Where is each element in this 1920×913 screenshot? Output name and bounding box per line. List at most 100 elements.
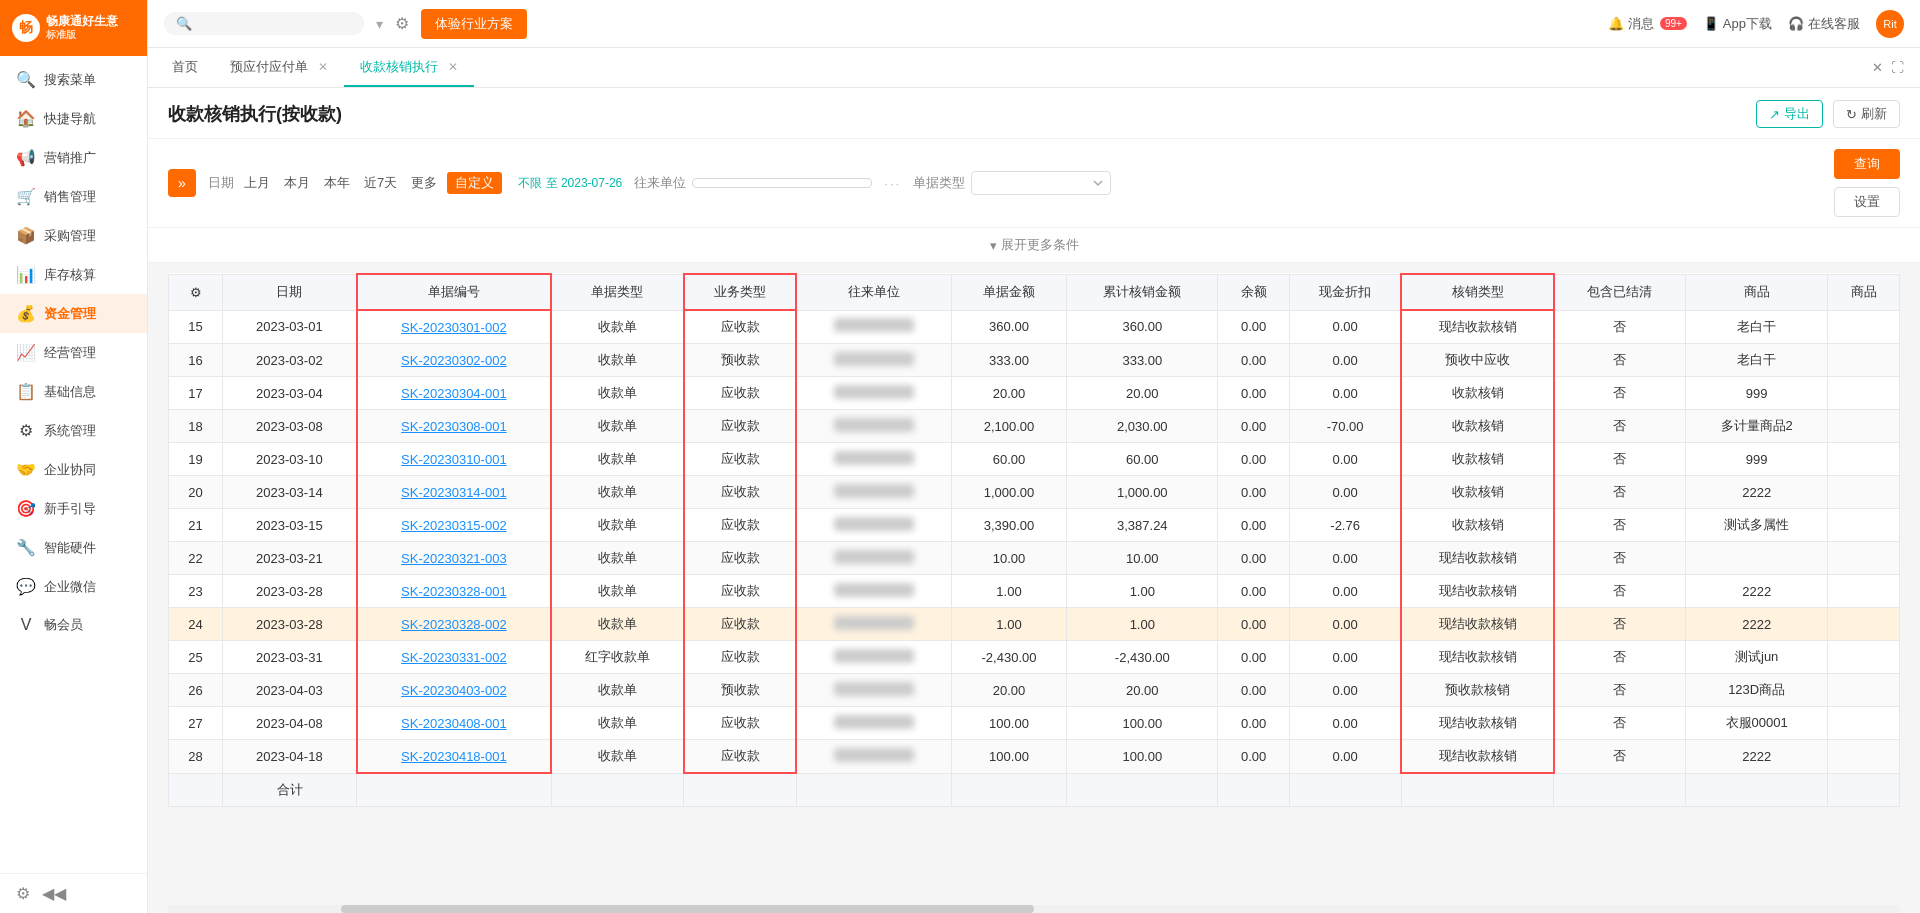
cell-balance: 0.00 [1218, 377, 1290, 410]
settings-gear-icon[interactable]: ⚙ [16, 884, 30, 903]
cell-product: 123D商品 [1686, 674, 1828, 707]
cell-no: 23 [169, 575, 223, 608]
sidebar-item-finance[interactable]: 💰 资金管理 [0, 294, 147, 333]
cell-product: 衣服00001 [1686, 707, 1828, 740]
export-button[interactable]: ↗ 导出 [1756, 100, 1823, 128]
tab-payable-close-icon[interactable]: ✕ [318, 60, 328, 74]
tab-payable[interactable]: 预应付应付单 ✕ [214, 48, 344, 87]
doc-link[interactable]: SK-20230301-002 [401, 320, 507, 335]
th-gear[interactable]: ⚙ [169, 274, 223, 310]
industry-btn[interactable]: 体验行业方案 [421, 9, 527, 39]
sidebar-item-member[interactable]: V 畅会员 [0, 606, 147, 644]
doc-link[interactable]: SK-20230328-002 [401, 617, 507, 632]
expand-tab-icon[interactable]: ⛶ [1891, 60, 1904, 75]
filter-bar: » 日期 上月 本月 本年 近7天 更多 自定义 不限 至 2023-07-26… [148, 139, 1920, 228]
doc-link[interactable]: SK-20230314-001 [401, 485, 507, 500]
cell-doc-no[interactable]: SK-20230403-002 [357, 674, 551, 707]
sidebar-item-search[interactable]: 🔍 搜索菜单 [0, 60, 147, 99]
date-opt-7days[interactable]: 近7天 [360, 172, 401, 194]
doc-link[interactable]: SK-20230310-001 [401, 452, 507, 467]
unit-input[interactable] [692, 178, 872, 188]
doc-link[interactable]: SK-20230304-001 [401, 386, 507, 401]
sidebar-item-quicknav[interactable]: 🏠 快捷导航 [0, 99, 147, 138]
support-item[interactable]: 🎧 在线客服 [1788, 15, 1860, 33]
date-opt-lastmonth[interactable]: 上月 [240, 172, 274, 194]
app-download-item[interactable]: 📱 App下载 [1703, 15, 1772, 33]
hardware-icon: 🔧 [16, 538, 36, 557]
doc-link[interactable]: SK-20230403-002 [401, 683, 507, 698]
doctype-select[interactable] [971, 171, 1111, 195]
cell-no: 24 [169, 608, 223, 641]
sidebar-item-guide[interactable]: 🎯 新手引导 [0, 489, 147, 528]
cell-doc-no[interactable]: SK-20230321-003 [357, 542, 551, 575]
cell-doc-no[interactable]: SK-20230315-002 [357, 509, 551, 542]
cell-doc-no[interactable]: SK-20230408-001 [357, 707, 551, 740]
topbar-dropdown-icon[interactable]: ▾ [376, 16, 383, 32]
cell-cancel-type: 收款核销 [1401, 377, 1553, 410]
tab-collection[interactable]: 收款核销执行 ✕ [344, 48, 474, 87]
export-label: 导出 [1784, 105, 1810, 123]
cell-cumulative: 1.00 [1067, 575, 1218, 608]
setting-button[interactable]: 设置 [1834, 187, 1900, 217]
cell-doc-no[interactable]: SK-20230310-001 [357, 443, 551, 476]
cell-doc-no[interactable]: SK-20230314-001 [357, 476, 551, 509]
cell-doc-no[interactable]: SK-20230308-001 [357, 410, 551, 443]
messages-item[interactable]: 🔔 消息 99+ [1608, 15, 1687, 33]
scrollbar-thumb[interactable] [341, 905, 1034, 913]
cell-date: 2023-04-03 [223, 674, 357, 707]
doc-link[interactable]: SK-20230328-001 [401, 584, 507, 599]
doc-link[interactable]: SK-20230331-002 [401, 650, 507, 665]
tab-home[interactable]: 首页 [156, 48, 214, 87]
cell-doc-no[interactable]: SK-20230302-002 [357, 344, 551, 377]
cell-doc-no[interactable]: SK-20230331-002 [357, 641, 551, 674]
doc-link[interactable]: SK-20230315-002 [401, 518, 507, 533]
sidebar-item-purchase[interactable]: 📦 采购管理 [0, 216, 147, 255]
cell-doc-no[interactable]: SK-20230301-002 [357, 310, 551, 344]
user-avatar[interactable]: Rit [1876, 10, 1904, 38]
date-opt-thismonth[interactable]: 本月 [280, 172, 314, 194]
cell-doc-no[interactable]: SK-20230328-002 [357, 608, 551, 641]
sidebar-item-hardware[interactable]: 🔧 智能硬件 [0, 528, 147, 567]
cell-biz-type: 应收款 [684, 509, 797, 542]
cell-no: 16 [169, 344, 223, 377]
date-opt-custom[interactable]: 自定义 [447, 172, 502, 194]
cell-doc-no[interactable]: SK-20230328-001 [357, 575, 551, 608]
doc-link[interactable]: SK-20230408-001 [401, 716, 507, 731]
refresh-button[interactable]: ↻ 刷新 [1833, 100, 1900, 128]
expand-more-btn[interactable]: ▾ 展开更多条件 [148, 232, 1920, 258]
cell-biz-type: 应收款 [684, 542, 797, 575]
horizontal-scrollbar[interactable] [168, 905, 1900, 913]
doc-link[interactable]: SK-20230302-002 [401, 353, 507, 368]
topbar-gear-icon[interactable]: ⚙ [395, 14, 409, 33]
table-row: 262023-04-03SK-20230403-002收款单预收款20.0020… [169, 674, 1900, 707]
cell-product: 老白干 [1686, 344, 1828, 377]
close-tab-icon[interactable]: ✕ [1872, 60, 1883, 75]
sidebar-item-operation[interactable]: 📈 经营管理 [0, 333, 147, 372]
doc-link[interactable]: SK-20230418-001 [401, 749, 507, 764]
sidebar-item-wechat[interactable]: 💬 企业微信 [0, 567, 147, 606]
tab-home-label: 首页 [172, 58, 198, 76]
date-opt-more[interactable]: 更多 [407, 172, 441, 194]
filter-toggle-button[interactable]: » [168, 169, 196, 197]
sidebar-item-sales[interactable]: 🛒 销售管理 [0, 177, 147, 216]
cell-doc-no[interactable]: SK-20230418-001 [357, 740, 551, 774]
topbar-search[interactable]: 🔍 [164, 12, 364, 35]
cell-product-img [1828, 674, 1900, 707]
sidebar-item-enterprise[interactable]: 🤝 企业协同 [0, 450, 147, 489]
sidebar-item-inventory[interactable]: 📊 库存核算 [0, 255, 147, 294]
sidebar-item-system[interactable]: ⚙ 系统管理 [0, 411, 147, 450]
doc-link[interactable]: SK-20230308-001 [401, 419, 507, 434]
search-icon: 🔍 [16, 70, 36, 89]
table-row: 272023-04-08SK-20230408-001收款单应收款100.001… [169, 707, 1900, 740]
cell-discount: 0.00 [1289, 310, 1401, 344]
sidebar-item-basic[interactable]: 📋 基础信息 [0, 372, 147, 411]
table-row: 282023-04-18SK-20230418-001收款单应收款100.001… [169, 740, 1900, 774]
collapse-arrow-icon[interactable]: ◀◀ [42, 884, 66, 903]
sidebar-item-marketing[interactable]: 📢 营销推广 [0, 138, 147, 177]
cell-cumulative: 20.00 [1067, 377, 1218, 410]
tab-collection-close-icon[interactable]: ✕ [448, 60, 458, 74]
doc-link[interactable]: SK-20230321-003 [401, 551, 507, 566]
date-opt-thisyear[interactable]: 本年 [320, 172, 354, 194]
cell-doc-no[interactable]: SK-20230304-001 [357, 377, 551, 410]
query-button[interactable]: 查询 [1834, 149, 1900, 179]
